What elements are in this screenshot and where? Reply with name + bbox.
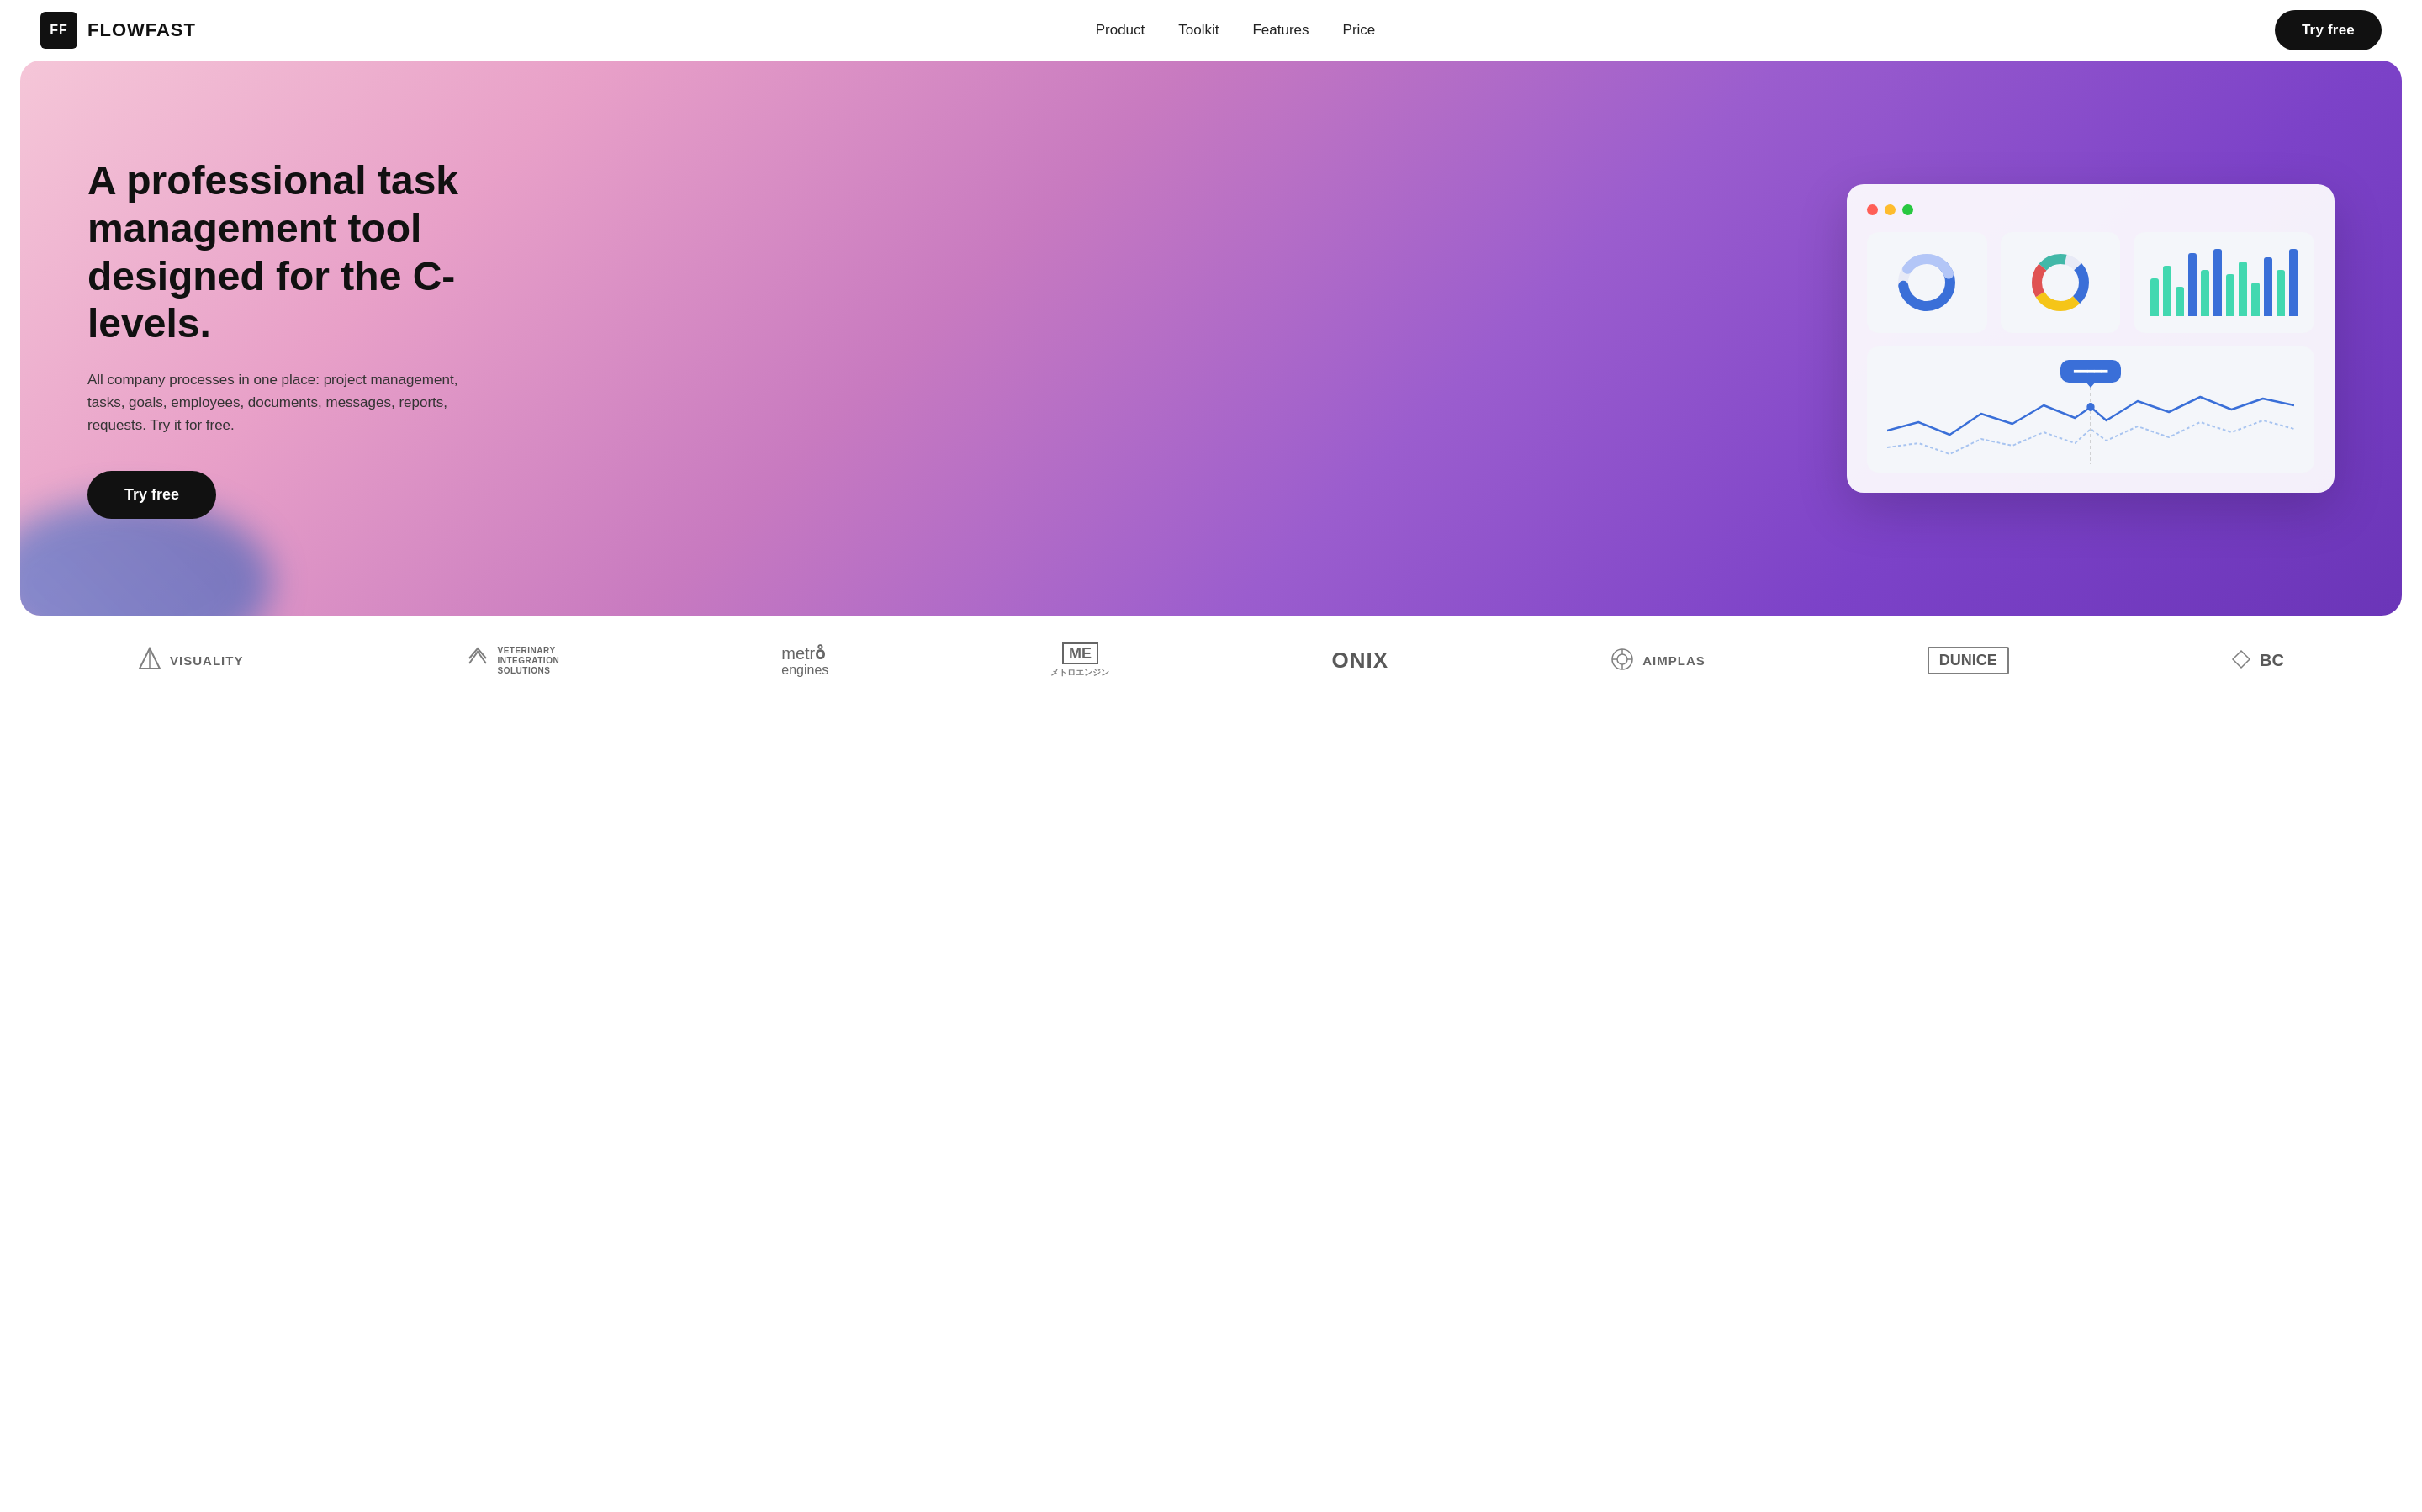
aimplas-icon: [1610, 648, 1634, 674]
svg-point-9: [2086, 403, 2094, 411]
window-controls: [1867, 204, 2314, 215]
dot-maximize: [1902, 204, 1913, 215]
nav-links: Product Toolkit Features Price: [1096, 22, 1376, 39]
bar-chart: [2134, 232, 2314, 333]
logo-box: FF: [40, 12, 77, 49]
nav-price[interactable]: Price: [1343, 22, 1376, 39]
hero-description: All company processes in one place: proj…: [87, 368, 474, 437]
logo-me-jp: ME メトロエンジン: [1050, 642, 1109, 679]
nav-toolkit[interactable]: Toolkit: [1178, 22, 1219, 39]
bcx-icon: [2231, 649, 2251, 672]
hero-section: A professional task management tool desi…: [20, 61, 2402, 616]
logo-vet-integration: VETERINARY INTEGRATION SOLUTIONS: [466, 646, 560, 676]
line-chart: ━━━━━: [1867, 346, 2314, 473]
svg-point-13: [1617, 654, 1627, 664]
dashboard-mockup: ━━━━━: [1847, 184, 2335, 493]
donut-chart-1: [1867, 232, 1987, 333]
vet-icon: [466, 647, 489, 675]
logo-metro-engines: metro̊ engines: [781, 644, 828, 678]
logo-onix: ONIX: [1332, 648, 1389, 674]
dot-close: [1867, 204, 1878, 215]
logo-visuality: VISUALITY: [138, 647, 243, 675]
logos-strip: VISUALITY VETERINARY INTEGRATION SOLUTIO…: [0, 616, 2422, 706]
hero-title: A professional task management tool desi…: [87, 157, 525, 348]
svg-marker-18: [2233, 651, 2250, 668]
logo-name: FLOWFAST: [87, 19, 196, 41]
hero-try-free-button[interactable]: Try free: [87, 471, 216, 519]
hero-content: A professional task management tool desi…: [87, 157, 525, 518]
dot-minimize: [1885, 204, 1896, 215]
chart-tooltip: ━━━━━: [2060, 360, 2121, 383]
nav-product[interactable]: Product: [1096, 22, 1145, 39]
nav-try-free-button[interactable]: Try free: [2275, 10, 2382, 50]
logo[interactable]: FF FLOWFAST: [40, 12, 196, 49]
donut-chart-2: [2001, 232, 2121, 333]
dashboard-card: ━━━━━: [1847, 184, 2335, 493]
nav-features[interactable]: Features: [1252, 22, 1309, 39]
logo-dunice: DUNICE: [1928, 647, 2009, 674]
logo-aimplas: AIMPLAS: [1610, 648, 1705, 674]
logo-bcx: BC: [2231, 649, 2284, 672]
charts-row: [1867, 232, 2314, 333]
visuality-icon: [138, 647, 161, 675]
navbar: FF FLOWFAST Product Toolkit Features Pri…: [0, 0, 2422, 61]
